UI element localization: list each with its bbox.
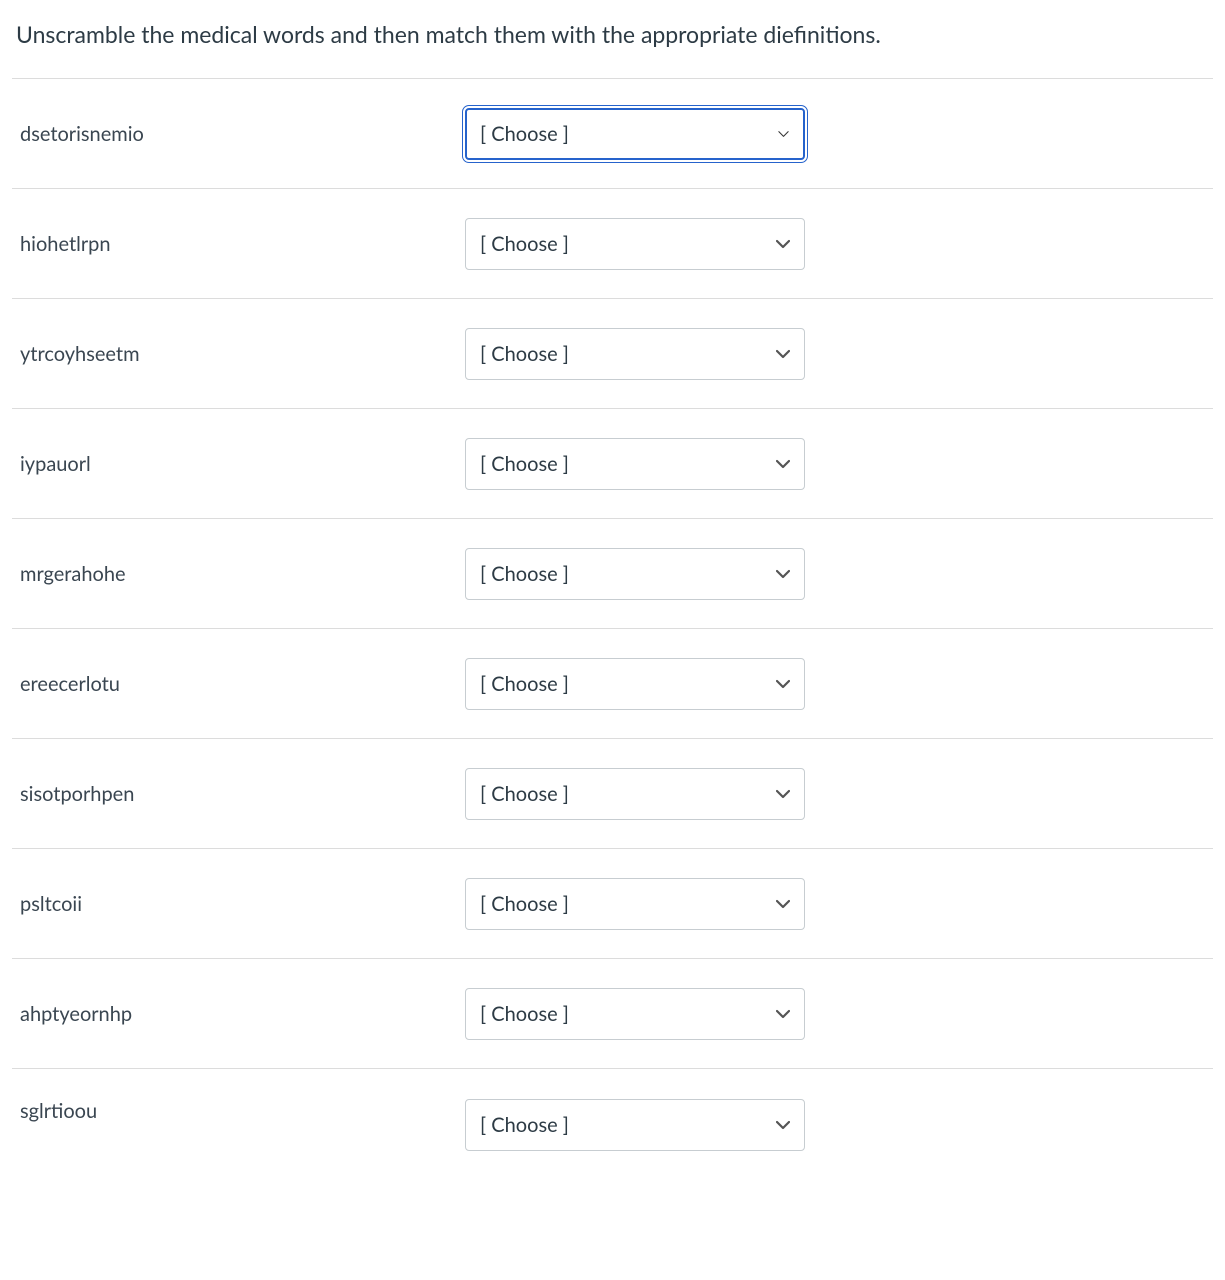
- scrambled-word: iypauorl: [20, 452, 465, 476]
- select-wrap: [ Choose ]: [465, 988, 805, 1040]
- scrambled-word: hiohetlrpn: [20, 232, 465, 256]
- chevron-down-icon: [776, 899, 790, 908]
- match-rows: dsetorisnemio [ Choose ] hiohetlrpn [ Choo…: [12, 78, 1213, 1159]
- select-wrap: [ Choose ]: [465, 768, 805, 820]
- select-value: [ Choose ]: [480, 342, 569, 366]
- chevron-down-icon: [778, 130, 789, 137]
- scrambled-word: sglrtioou: [20, 1099, 465, 1123]
- select-wrap: [ Choose ]: [465, 1099, 805, 1151]
- select-value: [ Choose ]: [480, 452, 569, 476]
- match-row: sglrtioou [ Choose ]: [12, 1068, 1213, 1159]
- select-value: [ Choose ]: [480, 782, 569, 806]
- select-wrap: [ Choose ]: [465, 438, 805, 490]
- definition-select[interactable]: [ Choose ]: [465, 658, 805, 710]
- definition-select[interactable]: [ Choose ]: [465, 768, 805, 820]
- definition-select[interactable]: [ Choose ]: [465, 878, 805, 930]
- chevron-down-icon: [776, 1009, 790, 1018]
- match-row: ereecerlotu [ Choose ]: [12, 628, 1213, 738]
- select-value: [ Choose ]: [480, 232, 569, 256]
- match-row: ytrcoyhseetm [ Choose ]: [12, 298, 1213, 408]
- select-wrap: [ Choose ]: [465, 548, 805, 600]
- scrambled-word: ytrcoyhseetm: [20, 342, 465, 366]
- definition-select[interactable]: [ Choose ]: [465, 328, 805, 380]
- chevron-down-icon: [776, 569, 790, 578]
- select-wrap: [ Choose ]: [465, 218, 805, 270]
- scrambled-word: dsetorisnemio: [20, 122, 465, 146]
- match-row: iypauorl [ Choose ]: [12, 408, 1213, 518]
- match-row: hiohetlrpn [ Choose ]: [12, 188, 1213, 298]
- definition-select[interactable]: [ Choose ]: [465, 988, 805, 1040]
- match-row: ahptyeornhp [ Choose ]: [12, 958, 1213, 1068]
- select-value: [ Choose ]: [480, 562, 569, 586]
- select-wrap: [ Choose ]: [465, 328, 805, 380]
- scrambled-word: ahptyeornhp: [20, 1002, 465, 1026]
- select-wrap: [ Choose ]: [465, 108, 805, 160]
- scrambled-word: mrgerahohe: [20, 562, 465, 586]
- chevron-down-icon: [776, 789, 790, 798]
- match-row: dsetorisnemio [ Choose ]: [12, 78, 1213, 188]
- scrambled-word: psltcoii: [20, 892, 465, 916]
- select-wrap: [ Choose ]: [465, 658, 805, 710]
- select-value: [ Choose ]: [480, 1002, 569, 1026]
- match-row: sisotporhpen [ Choose ]: [12, 738, 1213, 848]
- match-row: psltcoii [ Choose ]: [12, 848, 1213, 958]
- scrambled-word: ereecerlotu: [20, 672, 465, 696]
- select-value: [ Choose ]: [480, 1113, 569, 1137]
- question-container: Unscramble the medical words and then ma…: [0, 0, 1225, 1159]
- chevron-down-icon: [776, 679, 790, 688]
- select-wrap: [ Choose ]: [465, 878, 805, 930]
- select-value: [ Choose ]: [480, 672, 569, 696]
- definition-select[interactable]: [ Choose ]: [465, 548, 805, 600]
- scrambled-word: sisotporhpen: [20, 782, 465, 806]
- definition-select[interactable]: [ Choose ]: [465, 108, 805, 160]
- chevron-down-icon: [776, 349, 790, 358]
- select-value: [ Choose ]: [480, 122, 569, 146]
- definition-select[interactable]: [ Choose ]: [465, 1099, 805, 1151]
- definition-select[interactable]: [ Choose ]: [465, 218, 805, 270]
- chevron-down-icon: [776, 459, 790, 468]
- chevron-down-icon: [776, 239, 790, 248]
- select-value: [ Choose ]: [480, 892, 569, 916]
- chevron-down-icon: [776, 1121, 790, 1130]
- match-row: mrgerahohe [ Choose ]: [12, 518, 1213, 628]
- question-prompt: Unscramble the medical words and then ma…: [12, 20, 1213, 48]
- definition-select[interactable]: [ Choose ]: [465, 438, 805, 490]
